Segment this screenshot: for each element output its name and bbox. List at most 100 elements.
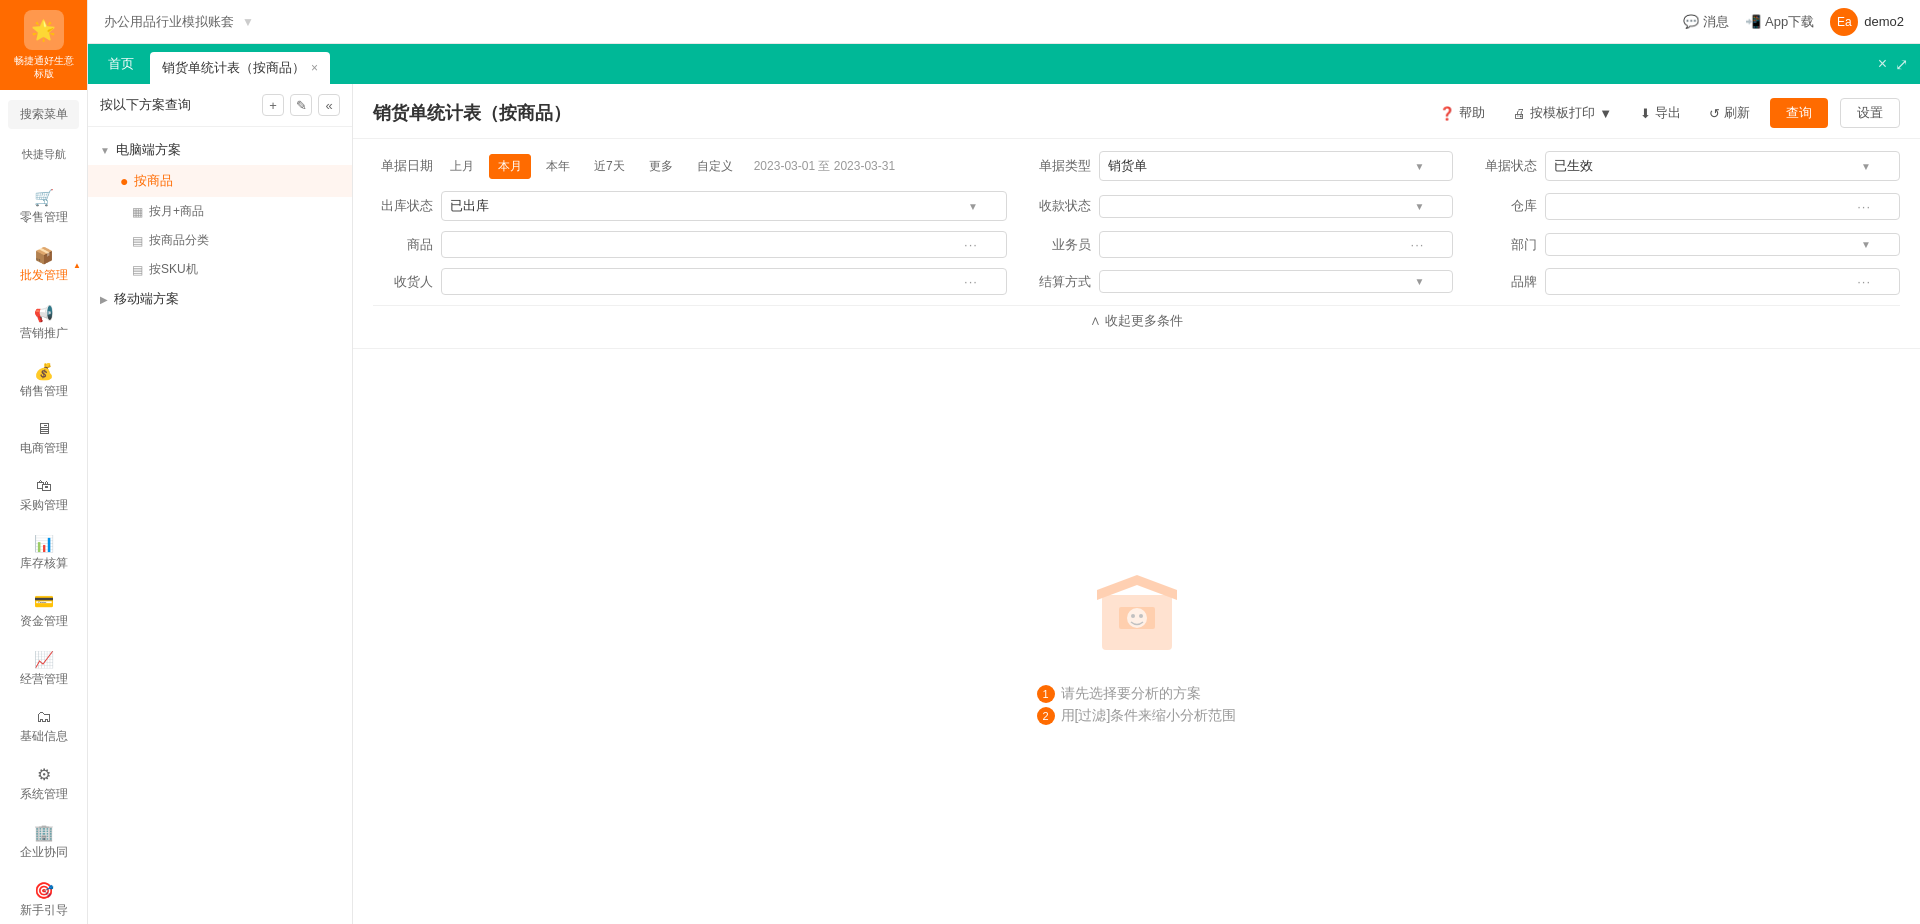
- filter-field-doc-status: 单据状态 已生效 ▼: [1477, 151, 1900, 181]
- payment-method-input[interactable]: ▼: [1099, 270, 1454, 293]
- corp-icon: 🏢: [4, 823, 83, 842]
- quick-nav[interactable]: 快捷导航: [8, 141, 79, 168]
- filter-field-staff: 业务员 ···: [1031, 231, 1454, 258]
- tree-item-by-category-label: 按商品分类: [149, 232, 209, 249]
- tree-group-desktop-label: 电脑端方案: [116, 141, 181, 159]
- add-scheme-button[interactable]: +: [262, 94, 284, 116]
- sidebar-item-finance[interactable]: 💳 资金管理: [0, 582, 87, 640]
- settings-button[interactable]: 设置: [1840, 98, 1900, 128]
- tree-item-by-month-product[interactable]: ▦ 按月+商品: [88, 197, 352, 226]
- query-button[interactable]: 查询: [1770, 98, 1828, 128]
- purchase-label: 采购管理: [4, 497, 83, 514]
- warehouse-label: 仓库: [1477, 197, 1537, 215]
- sidebar-item-retail[interactable]: 🛒 零售管理: [0, 178, 87, 236]
- refresh-button[interactable]: ↺ 刷新: [1701, 100, 1758, 126]
- tab-maximize-icon[interactable]: ⤢: [1895, 55, 1908, 74]
- staff-control: ···: [1099, 231, 1454, 258]
- product-input[interactable]: ···: [441, 231, 1007, 258]
- empty-hint-1: 1 请先选择要分析的方案: [1037, 685, 1237, 703]
- dept-control: ▼: [1545, 233, 1900, 256]
- help-icon: ❓: [1439, 106, 1455, 121]
- date-tab-this-month[interactable]: 本月: [489, 154, 531, 179]
- date-tab-custom[interactable]: 自定义: [688, 154, 742, 179]
- tab-active-label: 销货单统计表（按商品）: [162, 59, 305, 77]
- staff-input[interactable]: ···: [1099, 231, 1454, 258]
- inventory-icon: 📊: [4, 534, 83, 553]
- sidebar-item-purchase[interactable]: 🛍 采购管理: [0, 467, 87, 524]
- template-print-label: 按模板打印: [1530, 104, 1595, 122]
- stock-status-input[interactable]: 已出库 ▼: [441, 191, 1007, 221]
- sidebar-item-basic[interactable]: 🗂 基础信息: [0, 698, 87, 755]
- tree-group-desktop-header[interactable]: ▼ 电脑端方案: [88, 135, 352, 165]
- tree-item-icon-product: ●: [120, 173, 128, 189]
- template-print-button[interactable]: 🖨 按模板打印 ▼: [1505, 100, 1620, 126]
- wholesale-icon: 📦: [4, 246, 83, 265]
- export-button[interactable]: ⬇ 导出: [1632, 100, 1689, 126]
- date-tab-more[interactable]: 更多: [640, 154, 682, 179]
- sidebar-item-marketing[interactable]: 📢 营销推广: [0, 294, 87, 352]
- tab-close-window-icon[interactable]: ×: [1878, 55, 1887, 73]
- message-button[interactable]: 💬 消息: [1683, 13, 1729, 31]
- sidebar-item-wholesale[interactable]: 📦 批发管理 ▲: [0, 236, 87, 294]
- pay-status-input[interactable]: ▼: [1099, 195, 1454, 218]
- edit-scheme-button[interactable]: ✎: [290, 94, 312, 116]
- help-button[interactable]: ❓ 帮助: [1431, 100, 1493, 126]
- payment-method-dropdown-icon: ▼: [1415, 276, 1425, 287]
- sidebar-item-system[interactable]: ⚙ 系统管理: [0, 755, 87, 813]
- date-tab-this-year[interactable]: 本年: [537, 154, 579, 179]
- tab-home[interactable]: 首页: [92, 44, 150, 84]
- filter-field-brand: 品牌 ···: [1477, 268, 1900, 295]
- date-tab-7days[interactable]: 近7天: [585, 154, 634, 179]
- filter-field-product: 商品 ···: [373, 231, 1007, 258]
- corp-label: 企业协同: [4, 844, 83, 861]
- tree-icon-category: ▤: [132, 234, 143, 248]
- search-menu-button[interactable]: 搜索菜单: [8, 100, 79, 129]
- right-panel: 销货单统计表（按商品） ❓ 帮助 🖨 按模板打印 ▼ ⬇ 导出: [353, 84, 1920, 924]
- warehouse-input[interactable]: ···: [1545, 193, 1900, 220]
- doc-type-value: 销货单: [1108, 157, 1147, 175]
- operation-icon: 📈: [4, 650, 83, 669]
- left-panel-actions: + ✎ «: [262, 94, 340, 116]
- sidebar-item-sales[interactable]: 💰 销售管理: [0, 352, 87, 410]
- tree-item-by-product[interactable]: ● 按商品: [88, 165, 352, 197]
- tree-item-by-sku-label: 按SKU机: [149, 261, 198, 278]
- doc-type-dropdown-icon: ▼: [1415, 161, 1425, 172]
- export-label: 导出: [1655, 104, 1681, 122]
- retail-label: 零售管理: [4, 209, 83, 226]
- print-dropdown-icon: ▼: [1599, 106, 1612, 121]
- app-download-button[interactable]: 📲 App下载: [1745, 13, 1814, 31]
- dept-dropdown-icon: ▼: [1861, 239, 1871, 250]
- doc-type-input[interactable]: 销货单 ▼: [1099, 151, 1454, 181]
- tree-group-mobile-header[interactable]: ▶ 移动端方案: [88, 284, 352, 314]
- basic-label: 基础信息: [4, 728, 83, 745]
- tab-close-icon[interactable]: ×: [311, 61, 318, 75]
- sidebar-item-operation[interactable]: 📈 经营管理: [0, 640, 87, 698]
- doc-status-value: 已生效: [1554, 157, 1593, 175]
- filter-row-1: 单据日期 上月 本月 本年 近7天 更多 自定义 2023-03-01 至 20…: [373, 151, 1900, 181]
- receiver-dots: ···: [964, 274, 978, 289]
- collapse-panel-button[interactable]: «: [318, 94, 340, 116]
- doc-status-input[interactable]: 已生效 ▼: [1545, 151, 1900, 181]
- filter-area: 单据日期 上月 本月 本年 近7天 更多 自定义 2023-03-01 至 20…: [353, 139, 1920, 349]
- tab-active[interactable]: 销货单统计表（按商品） ×: [150, 52, 330, 84]
- pay-status-control: ▼: [1099, 195, 1454, 218]
- date-tab-last-month[interactable]: 上月: [441, 154, 483, 179]
- empty-hint-2: 2 用[过滤]条件来缩小分析范围: [1037, 707, 1237, 725]
- sidebar-item-ecommerce[interactable]: 🖥 电商管理: [0, 410, 87, 467]
- logo-text: 畅捷通好生意 标版: [14, 54, 74, 80]
- dept-input[interactable]: ▼: [1545, 233, 1900, 256]
- wholesale-label: 批发管理: [4, 267, 83, 284]
- collapse-more-button[interactable]: ∧ 收起更多条件: [373, 305, 1900, 336]
- ecommerce-label: 电商管理: [4, 440, 83, 457]
- page-title-bar: 销货单统计表（按商品） ❓ 帮助 🖨 按模板打印 ▼ ⬇ 导出: [353, 84, 1920, 139]
- filter-field-dept: 部门 ▼: [1477, 233, 1900, 256]
- sidebar-item-inventory[interactable]: 📊 库存核算: [0, 524, 87, 582]
- receiver-input[interactable]: ···: [441, 268, 1007, 295]
- sidebar-item-corp[interactable]: 🏢 企业协同: [0, 813, 87, 871]
- brand-input[interactable]: ···: [1545, 268, 1900, 295]
- tree-item-by-sku[interactable]: ▤ 按SKU机: [88, 255, 352, 284]
- tree-item-by-category[interactable]: ▤ 按商品分类: [88, 226, 352, 255]
- sidebar-item-newbie[interactable]: 🎯 新手引导: [0, 871, 87, 924]
- purchase-icon: 🛍: [4, 477, 83, 495]
- user-profile[interactable]: Ea demo2: [1830, 8, 1904, 36]
